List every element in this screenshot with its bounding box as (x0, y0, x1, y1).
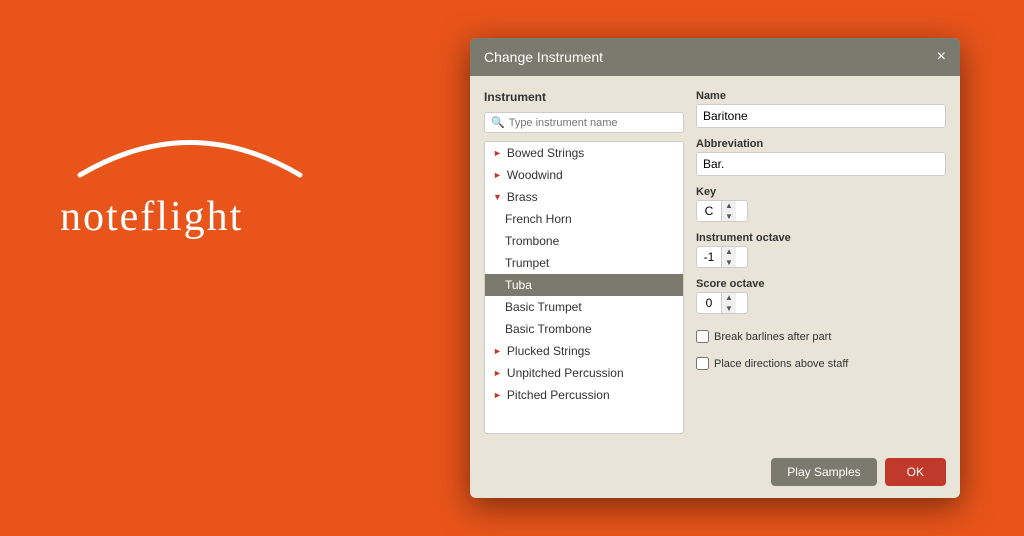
instrument-octave-label: Instrument octave (696, 232, 946, 244)
name-label: Name (696, 90, 946, 102)
logo-arc-icon (60, 120, 320, 180)
instrument-basic-trombone-label: Basic Trombone (505, 322, 592, 336)
instrument-panel: Instrument 🔍 ► Bowed Strings ► Woodwind (484, 90, 684, 434)
ok-button[interactable]: OK (885, 458, 946, 486)
break-barlines-row: Break barlines after part (696, 330, 946, 343)
category-brass-label: Brass (507, 190, 538, 204)
key-decrement-button[interactable]: ▼ (722, 211, 736, 222)
instrument-octave-buttons: ▲ ▼ (721, 246, 736, 268)
key-value: C (697, 202, 721, 220)
dialog-titlebar: Change Instrument × (470, 38, 960, 76)
instrument-basic-trumpet[interactable]: Basic Trumpet (485, 296, 683, 318)
instrument-panel-label: Instrument (484, 90, 684, 104)
score-octave-decrement-button[interactable]: ▼ (722, 303, 736, 314)
category-bowed-strings-label: Bowed Strings (507, 146, 584, 160)
arrow-brass-icon: ▼ (493, 192, 502, 202)
instrument-octave-decrement-button[interactable]: ▼ (722, 257, 736, 268)
key-field-group: Key C ▲ ▼ (696, 186, 946, 222)
instrument-french-horn-label: French Horn (505, 212, 572, 226)
category-woodwind-label: Woodwind (507, 168, 563, 182)
category-woodwind[interactable]: ► Woodwind (485, 164, 683, 186)
instrument-trumpet[interactable]: Trumpet (485, 252, 683, 274)
place-directions-label: Place directions above staff (714, 358, 848, 370)
score-octave-value: 0 (697, 294, 721, 312)
search-input[interactable] (509, 117, 677, 129)
key-label: Key (696, 186, 946, 198)
right-panel: Name Abbreviation Key C ▲ ▼ (696, 90, 946, 434)
instrument-basic-trumpet-label: Basic Trumpet (505, 300, 582, 314)
break-barlines-checkbox[interactable] (696, 330, 709, 343)
key-spinner: C ▲ ▼ (696, 200, 748, 222)
change-instrument-dialog: Change Instrument × Instrument 🔍 ► Bowed… (470, 38, 960, 498)
abbreviation-label: Abbreviation (696, 138, 946, 150)
logo-area: noteflight (60, 120, 320, 241)
instrument-french-horn[interactable]: French Horn (485, 208, 683, 230)
score-octave-increment-button[interactable]: ▲ (722, 292, 736, 303)
instrument-octave-increment-button[interactable]: ▲ (722, 246, 736, 257)
arrow-woodwind-icon: ► (493, 170, 502, 180)
category-plucked-strings-label: Plucked Strings (507, 344, 590, 358)
dialog-body: Instrument 🔍 ► Bowed Strings ► Woodwind (470, 76, 960, 448)
instrument-octave-field-group: Instrument octave -1 ▲ ▼ (696, 232, 946, 268)
abbreviation-field-group: Abbreviation (696, 138, 946, 176)
abbreviation-input[interactable] (696, 152, 946, 176)
instrument-tuba[interactable]: Tuba (485, 274, 683, 296)
place-directions-checkbox[interactable] (696, 357, 709, 370)
dialog-title: Change Instrument (484, 49, 603, 65)
score-octave-buttons: ▲ ▼ (721, 292, 736, 314)
dialog-close-button[interactable]: × (937, 49, 946, 65)
score-octave-spinner: 0 ▲ ▼ (696, 292, 748, 314)
place-directions-row: Place directions above staff (696, 357, 946, 370)
score-octave-label: Score octave (696, 278, 946, 290)
category-pitched-percussion[interactable]: ► Pitched Percussion (485, 384, 683, 406)
key-spinner-buttons: ▲ ▼ (721, 200, 736, 222)
name-field-group: Name (696, 90, 946, 128)
play-samples-button[interactable]: Play Samples (771, 458, 876, 486)
logo-text: noteflight (60, 193, 320, 241)
category-brass[interactable]: ▼ Brass (485, 186, 683, 208)
instrument-octave-spinner: -1 ▲ ▼ (696, 246, 748, 268)
category-bowed-strings[interactable]: ► Bowed Strings (485, 142, 683, 164)
break-barlines-label: Break barlines after part (714, 331, 831, 343)
instrument-tuba-label: Tuba (505, 278, 532, 292)
arrow-unpitched-icon: ► (493, 368, 502, 378)
category-unpitched-percussion[interactable]: ► Unpitched Percussion (485, 362, 683, 384)
instrument-octave-value: -1 (697, 248, 721, 266)
key-increment-button[interactable]: ▲ (722, 200, 736, 211)
dialog-footer: Play Samples OK (470, 448, 960, 498)
category-plucked-strings[interactable]: ► Plucked Strings (485, 340, 683, 362)
category-pitched-label: Pitched Percussion (507, 388, 610, 402)
score-octave-field-group: Score octave 0 ▲ ▼ (696, 278, 946, 314)
search-icon: 🔍 (491, 116, 505, 129)
arrow-plucked-strings-icon: ► (493, 346, 502, 356)
category-unpitched-label: Unpitched Percussion (507, 366, 624, 380)
arrow-pitched-icon: ► (493, 390, 502, 400)
instrument-trombone[interactable]: Trombone (485, 230, 683, 252)
instrument-trombone-label: Trombone (505, 234, 559, 248)
instrument-list: ► Bowed Strings ► Woodwind ▼ Brass Frenc… (484, 141, 684, 434)
instrument-trumpet-label: Trumpet (505, 256, 549, 270)
logo-wordmark: noteflight (60, 194, 243, 240)
search-box: 🔍 (484, 112, 684, 133)
arrow-bowed-strings-icon: ► (493, 148, 502, 158)
name-input[interactable] (696, 104, 946, 128)
instrument-basic-trombone[interactable]: Basic Trombone (485, 318, 683, 340)
